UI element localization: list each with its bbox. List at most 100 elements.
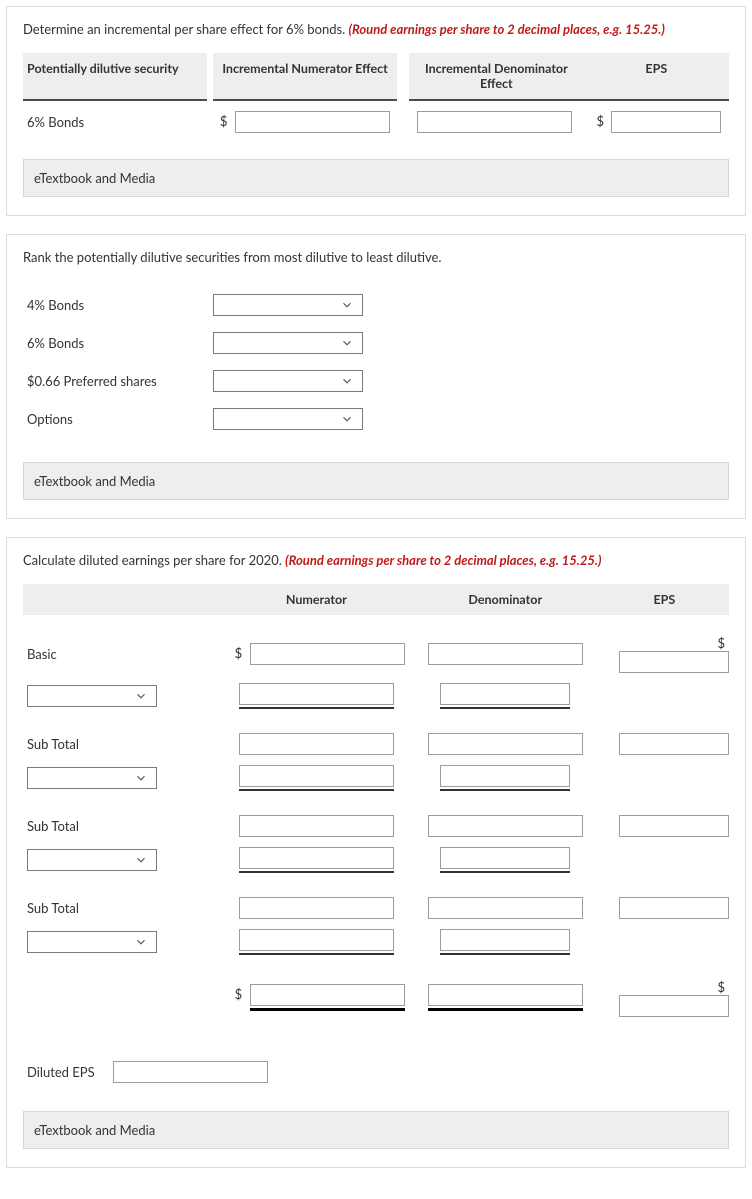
rank-dropdown[interactable] — [213, 332, 363, 354]
total-denominator-input[interactable] — [428, 984, 583, 1006]
prompt: Rank the potentially dilutive securities… — [23, 249, 729, 267]
chevron-down-icon — [340, 336, 354, 350]
denominator-input[interactable] — [417, 111, 572, 133]
subtotal-eps-input[interactable] — [619, 815, 729, 837]
hdr-denominator: Incremental Denominator Effect — [409, 53, 583, 101]
rank-row: 6% Bonds — [23, 326, 729, 364]
add-numerator-input[interactable] — [239, 847, 394, 869]
section-6pct-bonds: Determine an incremental per share effec… — [6, 6, 746, 216]
subtotal-numerator-input[interactable] — [239, 815, 394, 837]
currency-symbol: $ — [711, 979, 725, 995]
currency-symbol: $ — [711, 635, 725, 651]
currency-symbol: $ — [590, 113, 604, 129]
row-basic: Basic $ $ — [23, 629, 729, 679]
table-header: Numerator Denominator EPS — [23, 584, 729, 615]
rank-row: $0.66 Preferred shares — [23, 364, 729, 402]
subtotal-numerator-input[interactable] — [239, 733, 394, 755]
add-row — [23, 843, 729, 877]
etextbook-media-bar[interactable]: eTextbook and Media — [23, 1111, 729, 1149]
currency-symbol: $ — [228, 645, 242, 661]
add-denominator-input[interactable] — [440, 929, 570, 951]
rank-dropdown[interactable] — [213, 370, 363, 392]
rank-label: $0.66 Preferred shares — [23, 373, 213, 389]
prompt-note: (Round earnings per share to 2 decimal p… — [285, 552, 601, 568]
etextbook-media-bar[interactable]: eTextbook and Media — [23, 462, 729, 500]
prompt-note: (Round earnings per share to 2 decimal p… — [349, 21, 665, 37]
add-denominator-input[interactable] — [440, 765, 570, 787]
numerator-input[interactable] — [235, 111, 390, 133]
hdr-eps: EPS — [584, 53, 729, 101]
row-total: $ $ — [23, 973, 729, 1023]
subtotal-numerator-input[interactable] — [239, 897, 394, 919]
add-denominator-input[interactable] — [440, 683, 570, 705]
add-row — [23, 761, 729, 795]
chevron-down-icon — [340, 298, 354, 312]
add-numerator-input[interactable] — [239, 765, 394, 787]
chevron-down-icon — [134, 689, 148, 703]
total-numerator-input[interactable] — [250, 984, 405, 1006]
etm-label: eTextbook and Media — [34, 1122, 155, 1138]
rank-label: Options — [23, 411, 213, 427]
prompt-text: Determine an incremental per share effec… — [23, 21, 349, 37]
row-subtotal: Sub Total — [23, 891, 729, 925]
row-subtotal: Sub Total — [23, 727, 729, 761]
chevron-down-icon — [134, 771, 148, 785]
diluted-eps-input[interactable] — [113, 1061, 268, 1083]
section-rank: Rank the potentially dilutive securities… — [6, 234, 746, 520]
currency-symbol: $ — [213, 113, 227, 129]
chevron-down-icon — [134, 853, 148, 867]
prompt: Calculate diluted earnings per share for… — [23, 552, 729, 570]
prompt: Determine an incremental per share effec… — [23, 21, 729, 39]
security-dropdown[interactable] — [27, 767, 157, 789]
basic-eps-input[interactable] — [619, 651, 729, 673]
hdr-denominator: Denominator — [411, 584, 600, 615]
chevron-down-icon — [134, 935, 148, 949]
hdr-security: Potentially dilutive security — [23, 53, 207, 101]
hdr-numerator: Numerator — [222, 584, 411, 615]
etm-label: eTextbook and Media — [34, 170, 155, 186]
add-row — [23, 925, 729, 959]
chevron-down-icon — [340, 374, 354, 388]
total-eps-input[interactable] — [619, 995, 729, 1017]
rank-label: 4% Bonds — [23, 297, 213, 313]
hdr-eps: EPS — [600, 584, 729, 615]
currency-symbol: $ — [228, 986, 242, 1002]
security-dropdown[interactable] — [27, 931, 157, 953]
basic-denominator-input[interactable] — [428, 643, 583, 665]
rank-dropdown[interactable] — [213, 408, 363, 430]
row-diluted-eps: Diluted EPS — [23, 1055, 729, 1089]
security-dropdown[interactable] — [27, 849, 157, 871]
prompt-text: Calculate diluted earnings per share for… — [23, 552, 285, 568]
table-header: Potentially dilutive security Incrementa… — [23, 53, 729, 101]
add-denominator-input[interactable] — [440, 847, 570, 869]
chevron-down-icon — [340, 412, 354, 426]
row-label: Basic — [23, 646, 222, 662]
table-row: 6% Bonds $ $ — [23, 101, 729, 137]
rank-dropdown[interactable] — [213, 294, 363, 316]
row-label: Sub Total — [23, 818, 222, 834]
add-numerator-input[interactable] — [239, 683, 394, 705]
basic-numerator-input[interactable] — [250, 643, 405, 665]
hdr-numerator: Incremental Numerator Effect — [213, 53, 397, 101]
hdr-blank — [23, 584, 222, 615]
row-label: Diluted EPS — [23, 1064, 113, 1080]
rank-label: 6% Bonds — [23, 335, 213, 351]
subtotal-eps-input[interactable] — [619, 733, 729, 755]
security-dropdown[interactable] — [27, 685, 157, 707]
etm-label: eTextbook and Media — [34, 473, 155, 489]
etextbook-media-bar[interactable]: eTextbook and Media — [23, 159, 729, 197]
section-diluted-eps: Calculate diluted earnings per share for… — [6, 537, 746, 1168]
row-label: Sub Total — [23, 900, 222, 916]
add-numerator-input[interactable] — [239, 929, 394, 951]
eps-input[interactable] — [611, 111, 721, 133]
subtotal-denominator-input[interactable] — [428, 897, 583, 919]
row-subtotal: Sub Total — [23, 809, 729, 843]
row-label: Sub Total — [23, 736, 222, 752]
subtotal-eps-input[interactable] — [619, 897, 729, 919]
rank-row: 4% Bonds — [23, 288, 729, 326]
add-row — [23, 679, 729, 713]
subtotal-denominator-input[interactable] — [428, 733, 583, 755]
subtotal-denominator-input[interactable] — [428, 815, 583, 837]
row-label: 6% Bonds — [23, 114, 209, 130]
rank-row: Options — [23, 402, 729, 440]
